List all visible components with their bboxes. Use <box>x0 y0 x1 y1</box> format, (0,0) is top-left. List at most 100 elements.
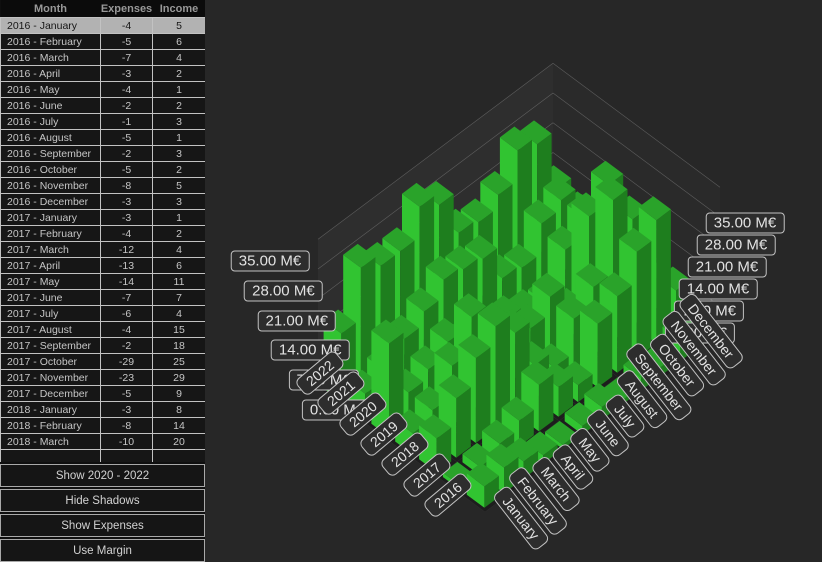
expenses-cell: -2 <box>100 337 153 354</box>
table-row[interactable]: 2017 - February -4 2 <box>0 225 205 242</box>
month-cell: 2018 - March <box>0 433 101 450</box>
bar-right-face <box>636 241 652 359</box>
table-row[interactable]: 2016 - November -8 5 <box>0 177 205 194</box>
bar-right-face <box>597 312 613 388</box>
expenses-cell: -8 <box>100 417 153 434</box>
value-axis-label-left: 21.00 M€ <box>257 310 337 332</box>
table-row[interactable]: 2017 - July -6 4 <box>0 305 205 322</box>
month-cell: 2017 - August <box>0 321 101 338</box>
table-row[interactable]: 2018 - February -8 14 <box>0 417 205 434</box>
expenses-cell <box>100 449 153 462</box>
month-cell: 2017 - September <box>0 337 101 354</box>
income-cell: 20 <box>152 433 205 450</box>
expenses-cell: -3 <box>100 65 153 82</box>
table-row[interactable] <box>0 449 205 462</box>
table-row[interactable]: 2016 - January -4 5 <box>0 17 205 34</box>
income-cell: 3 <box>152 145 205 162</box>
month-cell: 2017 - May <box>0 273 101 290</box>
table-row[interactable]: 2016 - December -3 3 <box>0 193 205 210</box>
month-cell: 2016 - October <box>0 161 101 178</box>
income-cell: 18 <box>152 337 205 354</box>
table-row[interactable]: 2017 - November -23 29 <box>0 369 205 386</box>
bar-right-face <box>456 387 471 458</box>
income-cell: 6 <box>152 33 205 50</box>
table-row[interactable]: 2017 - April -13 6 <box>0 257 205 274</box>
month-cell: 2016 - April <box>0 65 101 82</box>
expenses-cell: -5 <box>100 161 153 178</box>
show-expenses-button[interactable]: Show Expenses <box>0 514 205 537</box>
table-row[interactable]: 2016 - April -3 2 <box>0 65 205 82</box>
table-row[interactable]: 2016 - October -5 2 <box>0 161 205 178</box>
hide-shadows-button[interactable]: Hide Shadows <box>0 489 205 512</box>
expenses-cell: -2 <box>100 97 153 114</box>
income-cell: 8 <box>152 401 205 418</box>
table-row[interactable]: 2016 - September -2 3 <box>0 145 205 162</box>
income-cell: 1 <box>152 129 205 146</box>
bars-3d-chart[interactable]: 0.00 M€0.00 M€7.00 M€7.00 M€14.00 M€14.0… <box>205 0 822 562</box>
value-axis-label-right: 28.00 M€ <box>696 234 776 256</box>
table-row[interactable]: 2016 - March -7 4 <box>0 49 205 66</box>
table-row[interactable]: 2016 - June -2 2 <box>0 97 205 114</box>
expenses-cell: -3 <box>100 401 153 418</box>
table-row[interactable]: 2017 - December -5 9 <box>0 385 205 402</box>
income-cell: 5 <box>152 17 205 34</box>
data-table: Month Expenses Income 2016 - January -4 5 2… <box>0 0 205 462</box>
table-header-row: Month Expenses Income <box>0 0 205 18</box>
expenses-cell: -1 <box>100 113 153 130</box>
month-cell: 2016 - March <box>0 49 101 66</box>
expenses-cell: -10 <box>100 433 153 450</box>
month-cell <box>0 449 101 462</box>
month-cell: 2017 - July <box>0 305 101 322</box>
income-cell: 2 <box>152 225 205 242</box>
expenses-cell: -3 <box>100 193 153 210</box>
expenses-cell: -5 <box>100 129 153 146</box>
table-row[interactable]: 2017 - August -4 15 <box>0 321 205 338</box>
income-cell: 4 <box>152 49 205 66</box>
month-cell: 2017 - February <box>0 225 101 242</box>
income-cell: 1 <box>152 209 205 226</box>
table-row[interactable]: 2016 - February -5 6 <box>0 33 205 50</box>
data-table-wrapper: Month Expenses Income 2016 - January -4 5 2… <box>0 0 205 462</box>
month-cell: 2016 - September <box>0 145 101 162</box>
show-years-button[interactable]: Show 2020 - 2022 <box>0 464 205 487</box>
income-cell: 11 <box>152 273 205 290</box>
use-margin-button[interactable]: Use Margin <box>0 539 205 562</box>
table-row[interactable]: 2017 - September -2 18 <box>0 337 205 354</box>
income-cell: 25 <box>152 353 205 370</box>
value-axis-label-left: 28.00 M€ <box>244 280 323 302</box>
table-row[interactable]: 2016 - May -4 1 <box>0 81 205 98</box>
income-cell: 3 <box>152 113 205 130</box>
value-axis-label-right: 21.00 M€ <box>687 256 767 278</box>
month-cell: 2017 - June <box>0 289 101 306</box>
table-row[interactable]: 2017 - June -7 7 <box>0 289 205 306</box>
month-cell: 2016 - May <box>0 81 101 98</box>
table-row[interactable]: 2017 - October -29 25 <box>0 353 205 370</box>
expenses-cell: -4 <box>100 321 153 338</box>
expenses-cell: -7 <box>100 289 153 306</box>
income-cell: 7 <box>152 289 205 306</box>
month-cell: 2016 - July <box>0 113 101 130</box>
income-cell: 6 <box>152 257 205 274</box>
income-cell: 2 <box>152 97 205 114</box>
table-row[interactable]: 2017 - January -3 1 <box>0 209 205 226</box>
table-row[interactable]: 2017 - March -12 4 <box>0 241 205 258</box>
table-row[interactable]: 2016 - August -5 1 <box>0 129 205 146</box>
table-row[interactable]: 2017 - May -14 11 <box>0 273 205 290</box>
expenses-cell: -5 <box>100 33 153 50</box>
month-cell: 2016 - December <box>0 193 101 210</box>
table-row[interactable]: 2018 - March -10 20 <box>0 433 205 450</box>
expenses-cell: -6 <box>100 305 153 322</box>
month-cell: 2017 - March <box>0 241 101 258</box>
value-axis-label-right: 35.00 M€ <box>705 212 785 234</box>
table-row[interactable]: 2016 - July -1 3 <box>0 113 205 130</box>
income-cell: 14 <box>152 417 205 434</box>
sidebar-panel: Month Expenses Income 2016 - January -4 5 2… <box>0 0 205 562</box>
month-cell: 2018 - January <box>0 401 101 418</box>
month-cell: 2017 - December <box>0 385 101 402</box>
application-window: Month Expenses Income 2016 - January -4 5 2… <box>0 0 822 562</box>
expenses-cell: -13 <box>100 257 153 274</box>
data-table-body: 2016 - January -4 5 2016 - February -5 6 2016 … <box>0 17 205 462</box>
month-cell: 2016 - January <box>0 17 101 34</box>
table-row[interactable]: 2018 - January -3 8 <box>0 401 205 418</box>
expenses-cell: -4 <box>100 17 153 34</box>
